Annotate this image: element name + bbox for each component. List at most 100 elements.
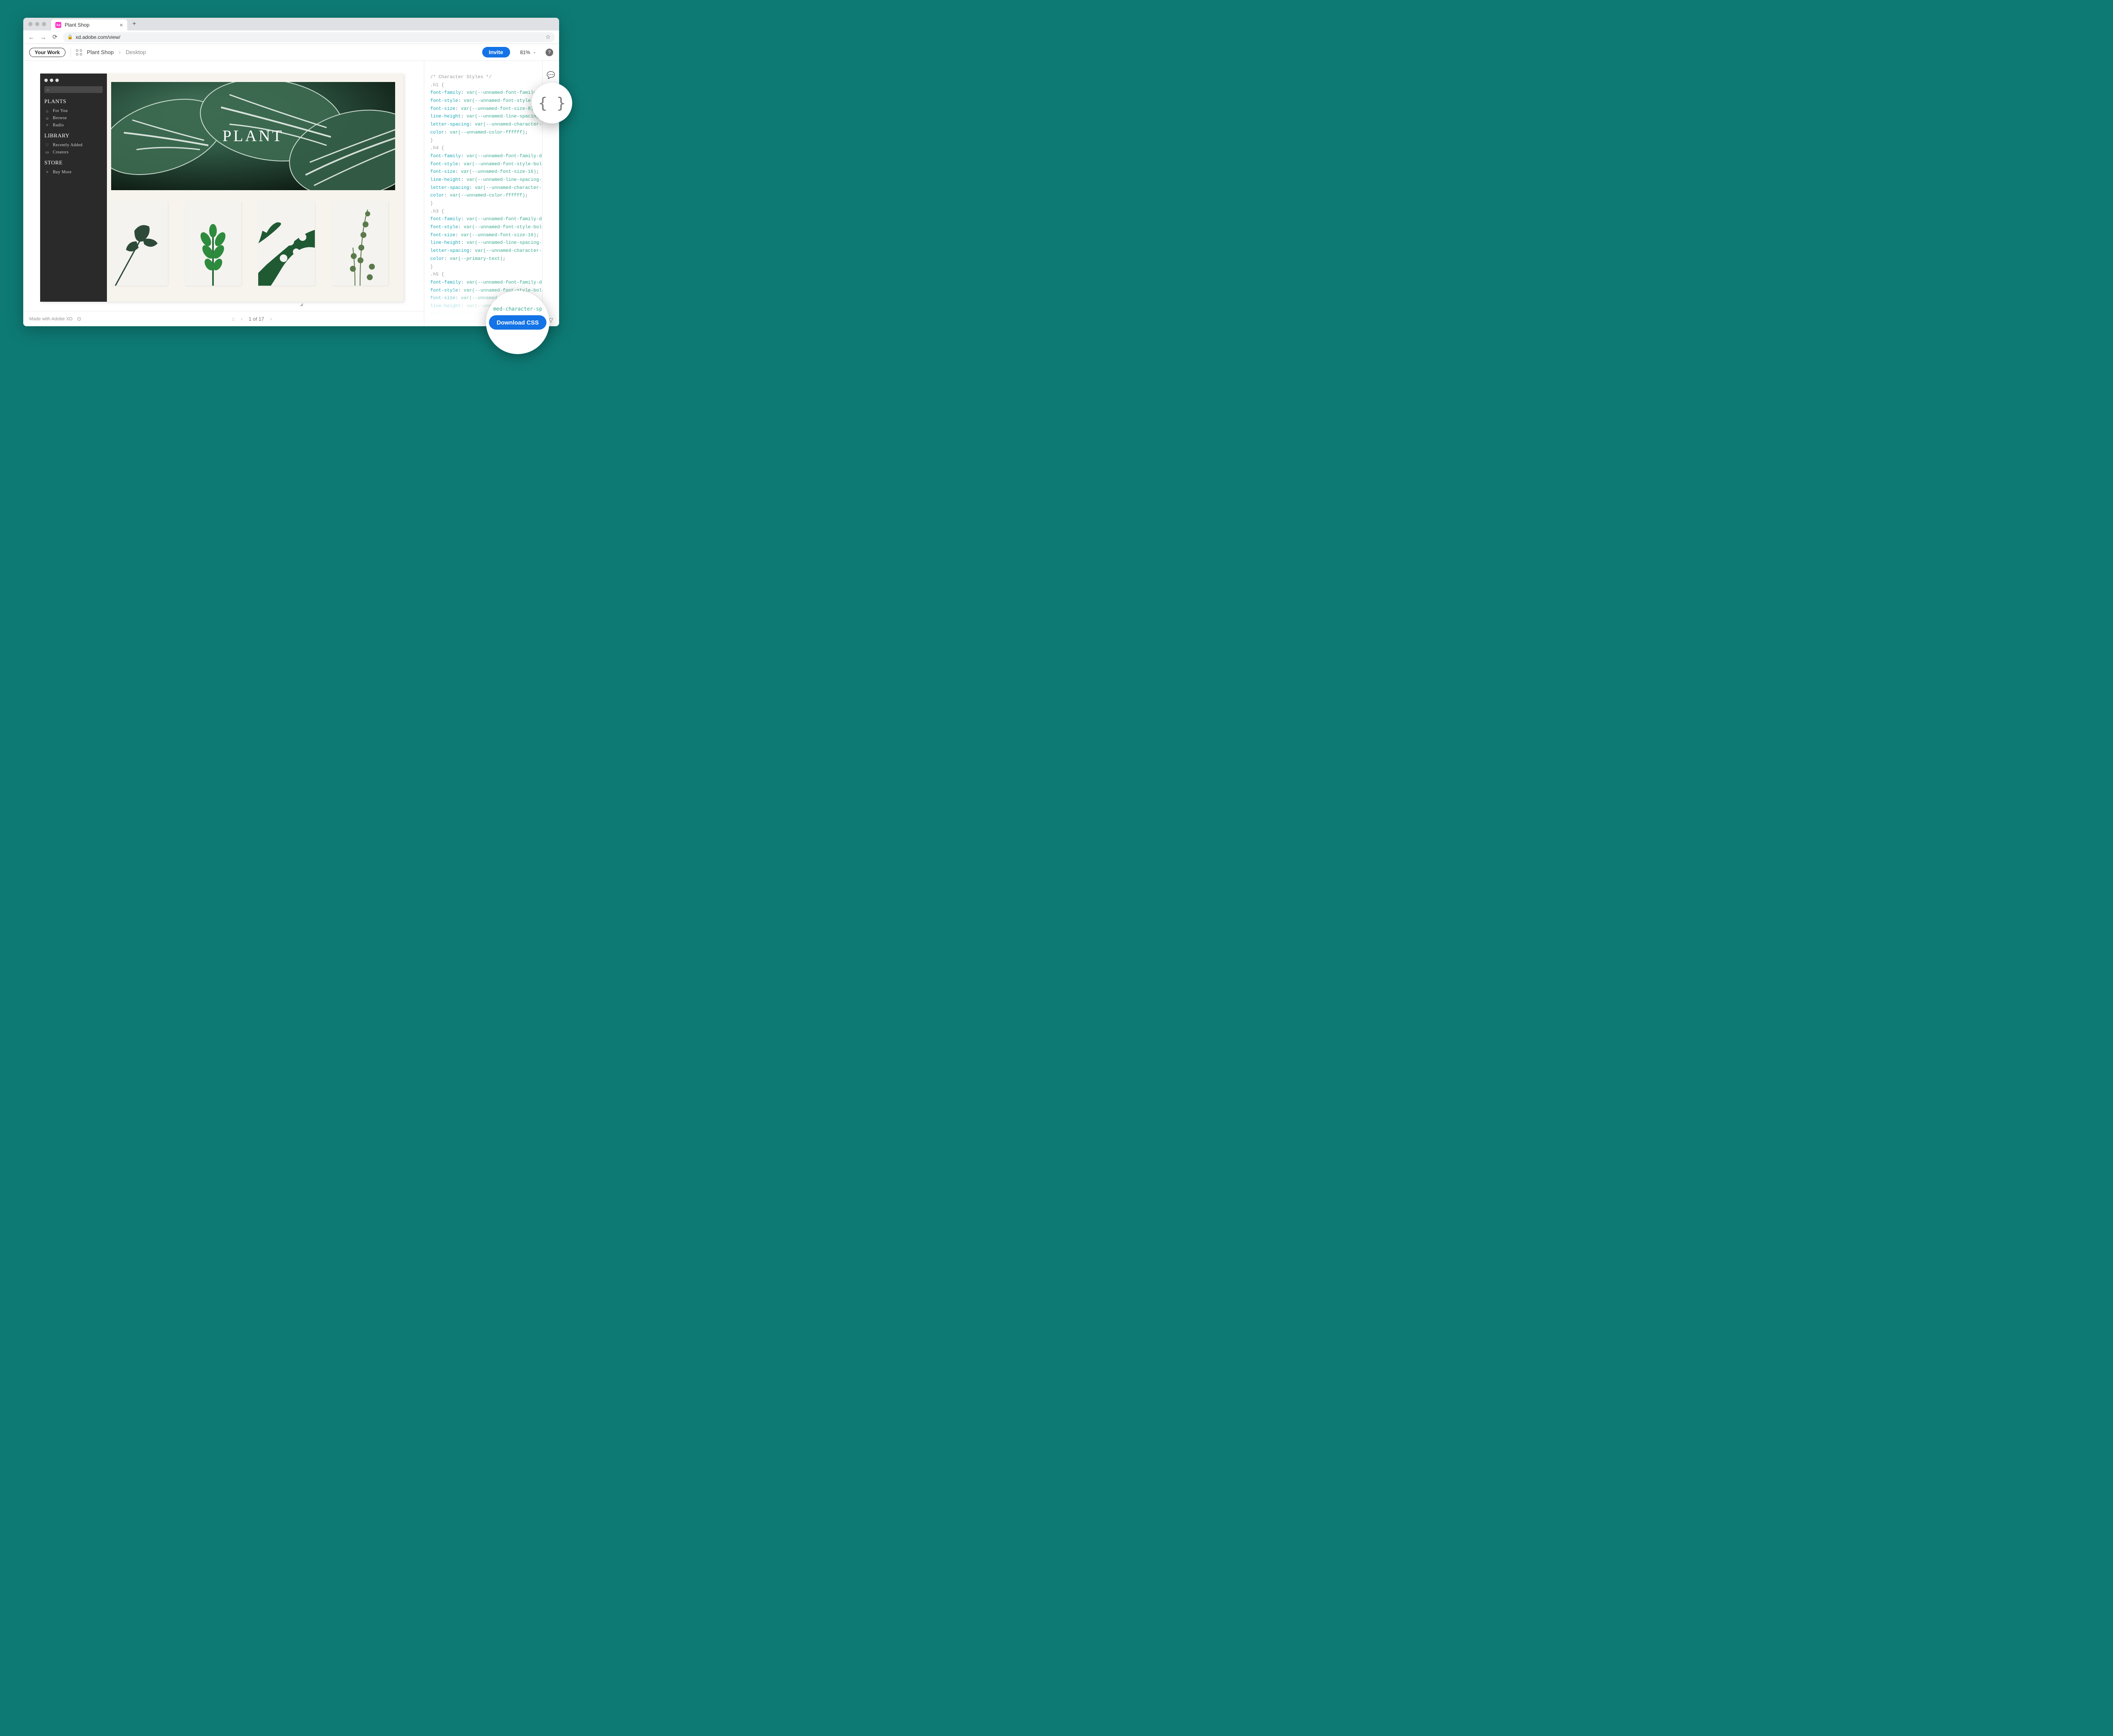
code-line: line-height: var(--unnamed-line-spacing-… <box>430 113 536 121</box>
code-line: line-height: var(--unnamed-line-spacing-… <box>430 239 536 247</box>
code-brace: } <box>430 137 536 145</box>
sidebar-section-library: LIBRARY <box>44 132 103 139</box>
code-selector: .h4 { <box>430 145 536 153</box>
tab-title: Plant Shop <box>65 22 90 28</box>
tab-strip: Xd Plant Shop × + <box>23 18 559 30</box>
thumbnail-2[interactable] <box>185 201 241 286</box>
sidebar-item-radio[interactable]: ✧Radio <box>44 122 103 129</box>
sidebar-item-buy-more[interactable]: ✧Buy More <box>44 169 103 176</box>
download-css-bubble: med-character-sp Download CSS <box>486 291 549 354</box>
code-line: letter-spacing: var(--unnamed-character-… <box>430 184 536 192</box>
made-with-label: Made with Adobe XD <box>29 317 73 322</box>
help-icon[interactable]: ? <box>546 49 553 56</box>
code-line: font-size: var(--unnamed-font-size-16); <box>430 232 536 240</box>
sidebar-search[interactable]: ⌕ <box>44 86 103 93</box>
sidebar-item-recently-added[interactable]: ♡Recently Added <box>44 142 103 149</box>
code-line: color: var(--unnamed-color-ffffff); <box>430 192 536 200</box>
url-input[interactable]: 🔒 xd.adobe.com/view/ ☆ <box>63 32 555 42</box>
hero-title: PLANT <box>222 127 284 145</box>
home-icon[interactable]: ⌂ <box>232 316 235 322</box>
reload-icon[interactable]: ⟳ <box>51 33 59 41</box>
artboards-grid-icon[interactable] <box>76 49 82 55</box>
code-comment: /* Character Styles */ <box>430 74 536 82</box>
thumbnail-row <box>111 201 404 286</box>
prev-page-icon[interactable]: ‹ <box>241 316 243 322</box>
sidebar-section-plants: PLANTS <box>44 98 103 105</box>
code-selector: .h3 { <box>430 208 536 216</box>
code-snippet: med-character-sp <box>493 306 542 312</box>
code-line: font-family: var(--unnamed-font-family-d… <box>430 153 536 161</box>
xd-favicon-icon: Xd <box>55 22 61 28</box>
breadcrumb-separator: › <box>119 49 120 55</box>
person-icon: ☺ <box>45 116 49 120</box>
pager: ⌂ ‹ 1 of 17 › <box>232 316 272 322</box>
code-line: color: var(--unnamed-color-ffffff); <box>430 129 536 137</box>
resize-handle-icon[interactable]: ◢ <box>300 302 303 307</box>
hero-image: PLANT <box>111 82 395 190</box>
code-brace: } <box>430 200 536 208</box>
app-body: ⌕ PLANTS ⌂For You ☺Browse ✧Radio LIBRARY… <box>23 61 559 326</box>
code-line: font-family: var(--unnamed-font-family-d… <box>430 279 536 287</box>
code-line: font-size: var(--unnamed-font-size-16); <box>430 168 536 176</box>
download-css-button[interactable]: Download CSS <box>489 315 546 330</box>
creative-cloud-icon: ⊙ <box>77 316 82 322</box>
box-icon: ▭ <box>45 150 49 155</box>
thumbnail-1[interactable] <box>111 201 168 286</box>
invite-button[interactable]: Invite <box>482 47 510 57</box>
close-tab-icon[interactable]: × <box>120 22 123 28</box>
sidebar-item-for-you[interactable]: ⌂For You <box>44 107 103 115</box>
sparkle-icon: ✧ <box>45 170 49 175</box>
breadcrumb-page[interactable]: Desktop <box>126 49 146 55</box>
back-icon[interactable]: ← <box>27 34 35 41</box>
code-selector: .h1 { <box>430 82 536 90</box>
code-line: font-style: var(--unnamed-font-style-bol… <box>430 97 536 105</box>
browser-window: Xd Plant Shop × + ← → ⟳ 🔒 xd.adobe.com/v… <box>23 18 559 326</box>
traffic-light-minimize[interactable] <box>35 22 39 26</box>
address-bar: ← → ⟳ 🔒 xd.adobe.com/view/ ☆ <box>23 30 559 44</box>
forward-icon[interactable]: → <box>39 34 47 41</box>
window-controls <box>28 22 46 26</box>
code-line: font-family: var(--unnamed-font-family-d… <box>430 89 536 97</box>
zoom-select[interactable]: 81% ⌄ <box>520 49 536 55</box>
breadcrumb-project[interactable]: Plant Shop <box>87 49 114 55</box>
search-icon: ⌕ <box>47 87 49 92</box>
your-work-button[interactable]: Your Work <box>29 48 66 57</box>
css-code-panel[interactable]: /* Character Styles */ .h1 { font-family… <box>424 61 542 326</box>
code-line: font-size: var(--unnamed-font-size-8); <box>430 105 536 113</box>
canvas-viewport[interactable]: ⌕ PLANTS ⌂For You ☺Browse ✧Radio LIBRARY… <box>23 61 424 311</box>
traffic-light-zoom[interactable] <box>42 22 46 26</box>
url-text: xd.adobe.com/view/ <box>76 34 120 40</box>
app-header: Your Work Plant Shop › Desktop Invite 81… <box>23 44 559 61</box>
home-icon: ⌂ <box>45 109 49 113</box>
code-line: font-family: var(--unnamed-font-family-d… <box>430 216 536 224</box>
new-tab-button[interactable]: + <box>132 20 136 28</box>
sidebar-section-store: STORE <box>44 159 103 166</box>
footer-bar: Made with Adobe XD ⊙ ⌂ ‹ 1 of 17 › <box>23 311 424 326</box>
lock-icon: 🔒 <box>67 34 73 40</box>
comment-icon[interactable]: 💬 <box>547 71 555 79</box>
page-indicator: 1 of 17 <box>248 316 264 322</box>
design-main: PLANT <box>107 74 404 302</box>
sidebar-item-browse[interactable]: ☺Browse <box>44 115 103 122</box>
bookmark-star-icon[interactable]: ☆ <box>545 33 551 41</box>
sparkle-icon: ✧ <box>45 123 49 128</box>
braces-icon: { } <box>538 95 565 112</box>
thumbnail-4[interactable] <box>332 201 388 286</box>
code-line: letter-spacing: var(--unnamed-character-… <box>430 247 536 255</box>
code-badge-bubble: { } <box>532 83 572 123</box>
heart-icon: ♡ <box>45 143 49 147</box>
thumbnail-3[interactable] <box>258 201 315 286</box>
code-line: font-style: var(--unnamed-font-style-bol… <box>430 224 536 232</box>
code-brace: } <box>430 263 536 271</box>
sidebar-item-creators[interactable]: ▭Creators <box>44 149 103 156</box>
next-page-icon[interactable]: › <box>270 316 272 322</box>
traffic-light-close[interactable] <box>28 22 33 26</box>
window-dots <box>44 79 103 82</box>
code-selector: .h5 { <box>430 271 536 279</box>
design-sidebar: ⌕ PLANTS ⌂For You ☺Browse ✧Radio LIBRARY… <box>40 74 107 302</box>
chevron-down-icon: ⌄ <box>533 50 536 55</box>
artboard-desktop[interactable]: ⌕ PLANTS ⌂For You ☺Browse ✧Radio LIBRARY… <box>40 74 404 302</box>
browser-tab[interactable]: Xd Plant Shop × <box>51 19 127 30</box>
canvas-column: ⌕ PLANTS ⌂For You ☺Browse ✧Radio LIBRARY… <box>23 61 424 326</box>
zoom-value: 81% <box>520 49 530 55</box>
